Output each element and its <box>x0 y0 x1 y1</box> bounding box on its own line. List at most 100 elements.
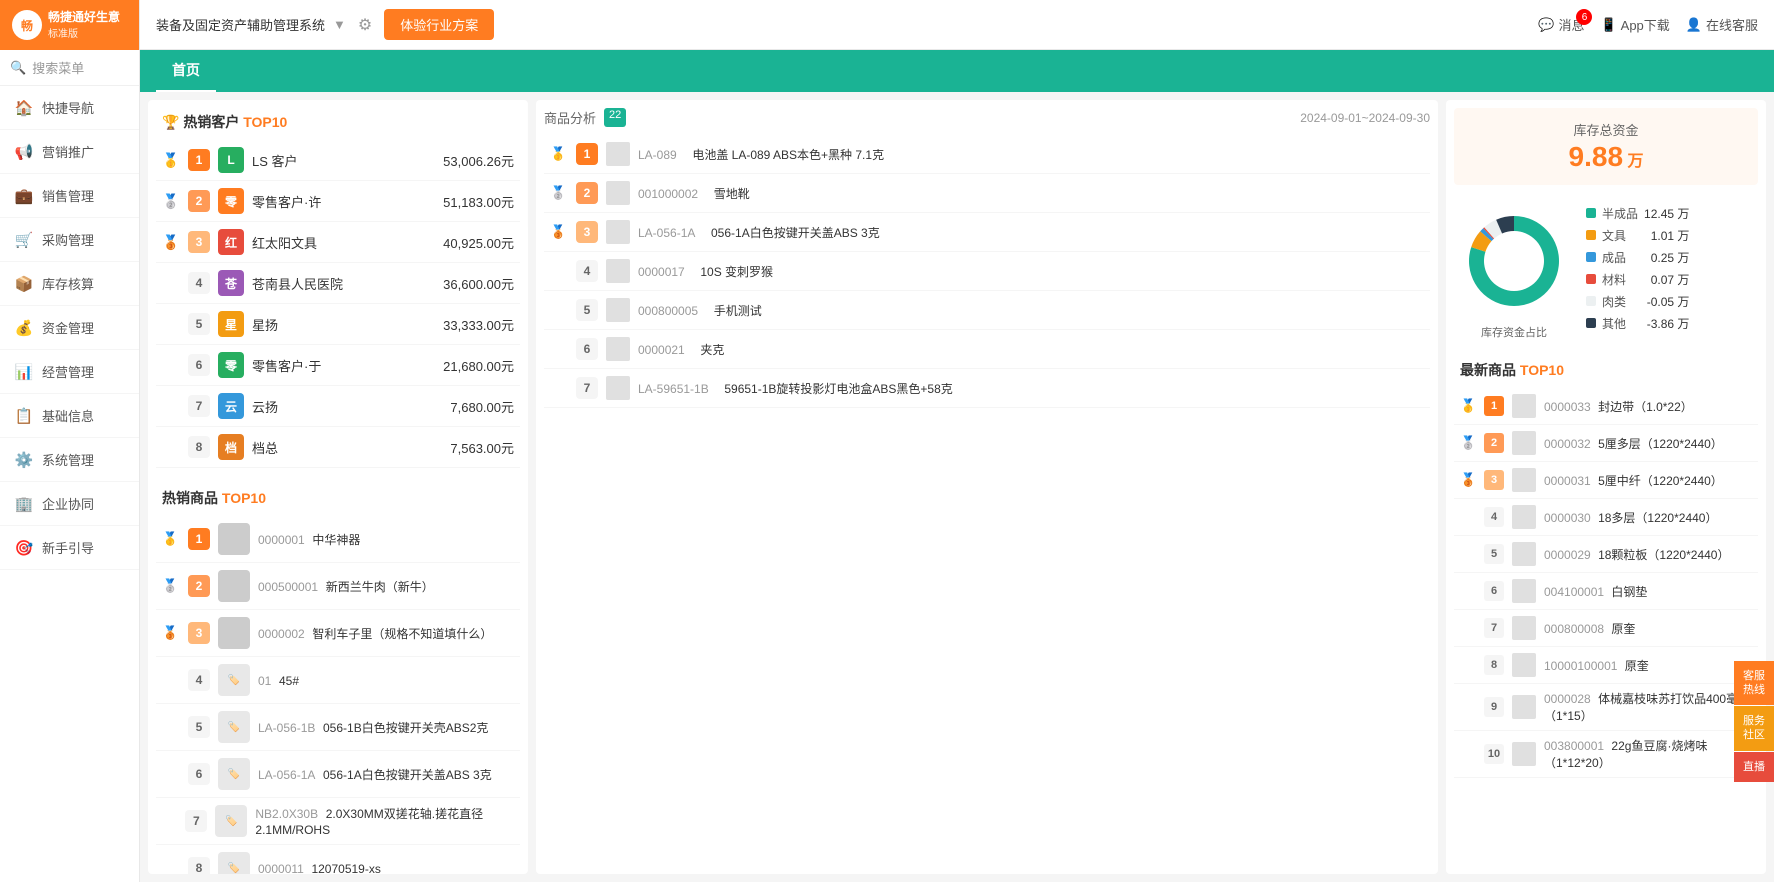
product-image <box>606 181 630 205</box>
product-image: 🏷️ <box>218 711 250 743</box>
settings-icon[interactable]: ⚙ <box>358 15 372 35</box>
customer-name: 档总 <box>252 438 442 457</box>
product-code: 000500001 <box>258 580 318 594</box>
online-service-label: 在线客服 <box>1706 15 1758 34</box>
product-code: 000800008 <box>1544 622 1604 636</box>
app-download-button[interactable]: 📱 App下载 <box>1600 15 1669 34</box>
product-image <box>218 617 250 649</box>
sidebar-item-enterprise[interactable]: 🏢 企业协同 <box>0 482 139 526</box>
product-item: 🥉 3 0000002 智利车子里（规格不知道填什么） <box>156 610 520 657</box>
avatar: 档 <box>218 434 244 460</box>
sidebar-item-quick-nav[interactable]: 🏠 快捷导航 <box>0 86 139 130</box>
product-info: LA-59651-1B 59651-1B旋转投影灯电池盒ABS黑色+58克 <box>638 380 1424 397</box>
sidebar-item-system[interactable]: ⚙️ 系统管理 <box>0 438 139 482</box>
rank-item: 7 云 云扬 7,680.00元 <box>156 386 520 427</box>
main-area: 装备及固定资产辅助管理系统 ▼ ⚙ 体验行业方案 💬 消息 6 📱 App下载 … <box>140 0 1774 882</box>
system-icon: ⚙️ <box>14 451 34 469</box>
product-info: 000800008 原奎 <box>1544 620 1752 637</box>
cs-live-button[interactable]: 直播 <box>1734 752 1774 782</box>
legend-dot <box>1586 208 1596 218</box>
nav-label: 新手引导 <box>42 538 94 557</box>
product-info: 0000002 智利车子里（规格不知道填什么） <box>258 625 492 642</box>
new-product-item: 7 000800008 原奎 <box>1454 610 1758 647</box>
sidebar-search[interactable]: 🔍 搜索菜单 <box>0 50 139 86</box>
sidebar-item-basic[interactable]: 📋 基础信息 <box>0 394 139 438</box>
cs-community-button[interactable]: 服务社区 <box>1734 706 1774 751</box>
cs-hotline-button[interactable]: 客服热线 <box>1734 661 1774 706</box>
product-info: NB2.0X30B 2.0X30MM双搓花轴.搓花直径2.1MM/ROHS <box>255 805 514 837</box>
notification-button[interactable]: 💬 消息 6 <box>1538 15 1584 34</box>
product-info: LA-056-1A 056-1A白色按键开关盖ABS 3克 <box>258 766 492 783</box>
product-code: 10000100001 <box>1544 659 1617 673</box>
customer-name: 零售客户·于 <box>252 356 435 375</box>
sidebar-item-operation[interactable]: 📊 经营管理 <box>0 350 139 394</box>
product-image <box>606 259 630 283</box>
nav-label: 系统管理 <box>42 450 94 469</box>
product-code: 0000017 <box>638 265 685 279</box>
product-code: LA-59651-1B <box>638 382 709 396</box>
customer-amount: 53,006.26元 <box>443 151 514 170</box>
rank-item: 6 零 零售客户·于 21,680.00元 <box>156 345 520 386</box>
product-name: 原奎 <box>1611 622 1635 636</box>
sidebar-item-finance[interactable]: 💰 资金管理 <box>0 306 139 350</box>
logo-title: 畅捷通好生意 <box>48 10 120 26</box>
product-code: 004100001 <box>1544 585 1604 599</box>
legend-dot <box>1586 252 1596 262</box>
legend-item: 肉类 -0.05 万 <box>1586 293 1689 310</box>
home-icon: 🏠 <box>14 99 34 117</box>
app-download-label: App下载 <box>1621 15 1670 34</box>
rank-number: 1 <box>188 528 210 550</box>
product-name: 新西兰牛肉（新牛） <box>326 580 434 594</box>
product-info: 0000017 10S 变刺罗猴 <box>638 263 1424 280</box>
legend-value: -0.05 万 <box>1647 293 1690 310</box>
rank-number: 2 <box>188 190 210 212</box>
rank-number: 5 <box>1484 544 1504 564</box>
product-name: 手机测试 <box>702 304 762 318</box>
product-info: LA-089 电池盖 LA-089 ABS本色+黑种 7.1克 <box>638 146 1424 163</box>
mid-product-item: 4 0000017 10S 变刺罗猴 <box>544 252 1430 291</box>
sidebar: 畅 畅捷通好生意 标准版 🔍 搜索菜单 🏠 快捷导航 📢 营销推广 💼 销售管理… <box>0 0 140 882</box>
product-name: 雪地靴 <box>702 187 750 201</box>
rank-number: 4 <box>1484 507 1504 527</box>
product-name: 电池盖 LA-089 ABS本色+黑种 7.1克 <box>680 148 884 162</box>
rank-item: 🥈 2 零 零售客户·许 51,183.00元 <box>156 181 520 222</box>
online-service-button[interactable]: 👤 在线客服 <box>1686 15 1758 34</box>
product-info: 0000028 体械嘉枝味苏打饮品400毫升（1*15） <box>1544 690 1752 724</box>
customer-amount: 21,680.00元 <box>443 356 514 375</box>
logo-sub: 标准版 <box>48 25 120 40</box>
mid-product-item: 7 LA-59651-1B 59651-1B旋转投影灯电池盒ABS黑色+58克 <box>544 369 1430 408</box>
product-image <box>218 523 250 555</box>
rank-number: 9 <box>1484 697 1504 717</box>
trial-button[interactable]: 体验行业方案 <box>384 9 494 40</box>
rank-number: 1 <box>576 143 598 165</box>
product-item: 8 🏷️ 0000011 12070519-xs <box>156 845 520 874</box>
sidebar-item-inventory[interactable]: 📦 库存核算 <box>0 262 139 306</box>
rank-item: 🥉 3 红 红太阳文具 40,925.00元 <box>156 222 520 263</box>
system-selector[interactable]: 装备及固定资产辅助管理系统 ▼ <box>156 15 346 34</box>
rank-item: 🥇 1 L LS 客户 53,006.26元 <box>156 140 520 181</box>
product-item: 🥈 2 000500001 新西兰牛肉（新牛） <box>156 563 520 610</box>
sidebar-item-guide[interactable]: 🎯 新手引导 <box>0 526 139 570</box>
nav-label: 资金管理 <box>42 318 94 337</box>
product-code: 0000030 <box>1544 511 1591 525</box>
rank-number: 7 <box>1484 618 1504 638</box>
product-item: 6 🏷️ LA-056-1A 056-1A白色按键开关盖ABS 3克 <box>156 751 520 798</box>
sidebar-item-marketing[interactable]: 📢 营销推广 <box>0 130 139 174</box>
medal-icon: 🥉 <box>162 234 180 251</box>
product-image: 🏷️ <box>218 852 250 874</box>
product-info: 004100001 白钢垫 <box>1544 583 1752 600</box>
nav-label: 经营管理 <box>42 362 94 381</box>
product-code: 0000001 <box>258 533 305 547</box>
product-image: 🏷️ <box>215 805 247 837</box>
inventory-value: 9.88 万 <box>1468 141 1744 173</box>
rank-number: 8 <box>188 436 210 458</box>
nav-home[interactable]: 首页 <box>156 50 216 92</box>
sidebar-item-sales[interactable]: 💼 销售管理 <box>0 174 139 218</box>
rank-number: 4 <box>188 272 210 294</box>
legend-item: 材料 0.07 万 <box>1586 271 1689 288</box>
system-name: 装备及固定资产辅助管理系统 <box>156 15 325 34</box>
sidebar-item-purchase[interactable]: 🛒 采购管理 <box>0 218 139 262</box>
rank-item: 5 星 星扬 33,333.00元 <box>156 304 520 345</box>
new-product-item: 🥈 2 0000032 5厘多层（1220*2440） <box>1454 425 1758 462</box>
right-column: 库存总资金 9.88 万 库存资金占比 半成品 12.45 万 文具 1. <box>1446 100 1766 874</box>
